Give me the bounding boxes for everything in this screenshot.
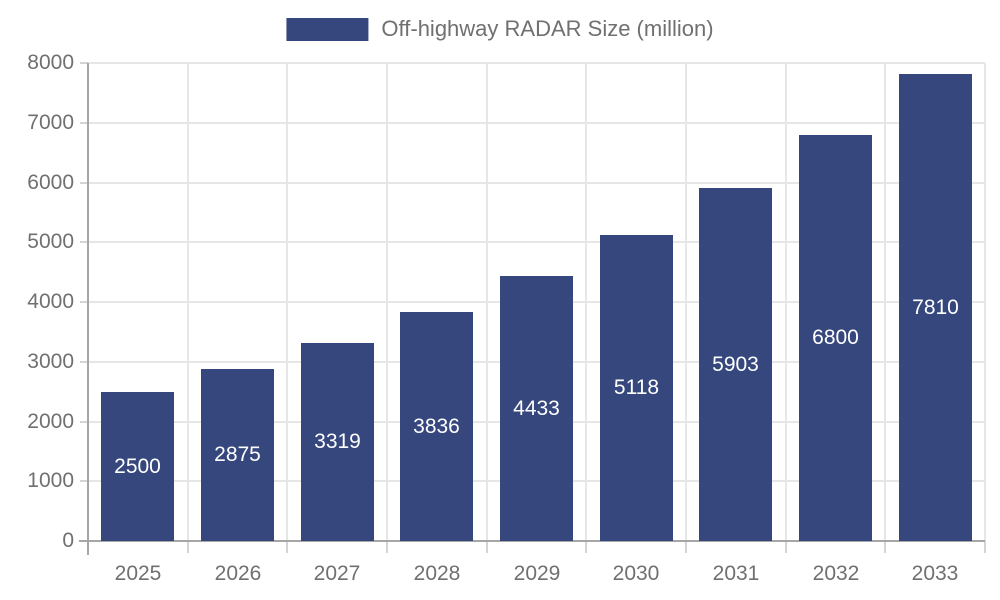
x-tick <box>286 541 288 553</box>
x-axis-tick-label: 2031 <box>712 562 760 585</box>
bar-value-label: 5118 <box>613 376 660 399</box>
x-axis-tick-label: 2033 <box>911 562 959 585</box>
x-gridline <box>785 63 787 541</box>
bar-value-label: 5903 <box>712 353 759 376</box>
x-gridline <box>286 63 288 541</box>
legend-swatch <box>286 17 369 41</box>
x-tick <box>984 541 986 553</box>
y-axis-tick-label: 6000 <box>27 171 74 194</box>
x-axis-tick-label: 2027 <box>313 562 361 585</box>
x-axis-tick-label: 2030 <box>612 562 660 585</box>
x-gridline <box>486 63 488 541</box>
x-tick <box>884 541 886 553</box>
bar-value-label: 6800 <box>812 326 859 349</box>
x-tick <box>685 541 687 553</box>
y-axis-tick-label: 0 <box>62 529 74 552</box>
x-tick <box>187 541 189 553</box>
bar-value-label: 7810 <box>912 296 959 319</box>
x-tick <box>785 541 787 553</box>
x-tick <box>486 541 488 553</box>
x-gridline <box>984 63 986 541</box>
bar-chart: Off-highway RADAR Size (million) 0 1000 20… <box>0 0 1000 600</box>
x-gridline <box>884 63 886 541</box>
x-gridline <box>386 63 388 541</box>
x-axis-tick-label: 2026 <box>214 562 262 585</box>
y-axis-tick-label: 8000 <box>27 51 74 74</box>
x-tick <box>386 541 388 553</box>
bar-value-label: 3836 <box>413 415 460 438</box>
x-axis-tick-label: 2025 <box>114 562 162 585</box>
y-axis-line <box>87 63 89 555</box>
y-axis-tick-label: 5000 <box>27 230 74 253</box>
y-gridline <box>88 122 985 124</box>
y-axis-tick-label: 7000 <box>27 111 74 134</box>
x-gridline <box>585 63 587 541</box>
bar-value-label: 2875 <box>214 443 261 466</box>
y-axis-tick-label: 4000 <box>27 290 74 313</box>
legend-label: Off-highway RADAR Size (million) <box>381 16 714 41</box>
x-axis-tick-label: 2029 <box>513 562 561 585</box>
x-tick <box>585 541 587 553</box>
bar-value-label: 3319 <box>314 430 361 453</box>
y-axis-tick-label: 2000 <box>27 410 74 433</box>
x-axis-tick-label: 2028 <box>413 562 461 585</box>
y-axis-tick-label: 3000 <box>27 350 74 373</box>
x-axis-tick-label: 2032 <box>812 562 860 585</box>
legend[interactable]: Off-highway RADAR Size (million) <box>286 16 714 42</box>
x-gridline <box>187 63 189 541</box>
bar-value-label: 2500 <box>114 455 161 478</box>
y-axis-tick-label: 1000 <box>27 469 74 492</box>
bar-value-label: 4433 <box>513 397 560 420</box>
x-gridline <box>685 63 687 541</box>
y-gridline <box>88 62 985 64</box>
